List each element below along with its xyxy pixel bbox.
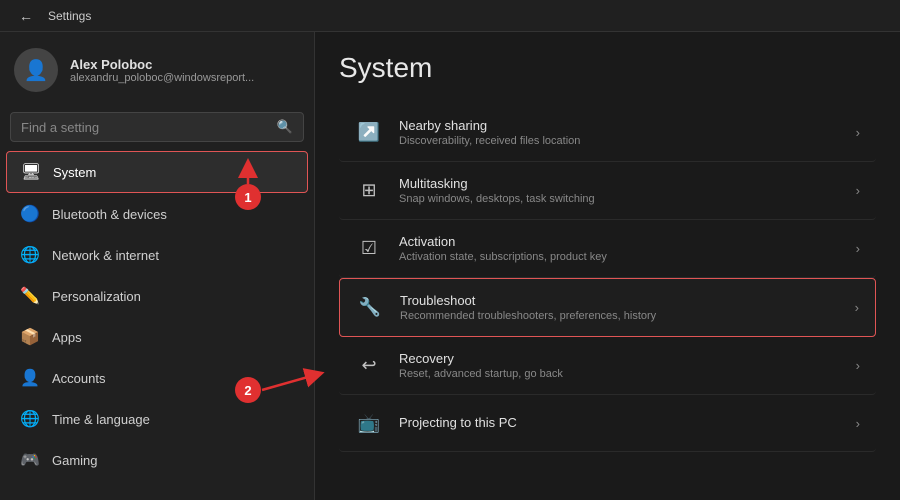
setting-title-recovery: Recovery [399,351,840,366]
sidebar-item-system[interactable]: 🖥 System [6,151,308,193]
nearby-sharing-icon: ↗️ [355,119,383,147]
sidebar-item-label: Personalization [52,289,141,304]
chevron-icon-multitasking: › [856,183,860,198]
avatar-icon: 👤 [24,58,49,83]
recovery-icon: ↩ [355,352,383,380]
avatar: 👤 [14,48,58,92]
sidebar-item-time[interactable]: 🌐 Time & language [6,399,308,439]
setting-item-nearby-sharing[interactable]: ↗️ Nearby sharing Discoverability, recei… [339,104,876,162]
main-panel: System ↗️ Nearby sharing Discoverability… [315,32,900,500]
chevron-icon-activation: › [856,241,860,256]
setting-desc-nearby-sharing: Discoverability, received files location [399,135,840,147]
accounts-icon: 👤 [20,368,40,388]
sidebar: 👤 Alex Poloboc alexandru_poloboc@windows… [0,32,315,500]
search-box[interactable]: 🔍 [10,112,304,142]
troubleshoot-icon: 🔧 [356,294,384,322]
settings-list: ↗️ Nearby sharing Discoverability, recei… [339,104,876,452]
user-email: alexandru_poloboc@windowsreport... [70,72,254,84]
chevron-icon-troubleshoot: › [855,300,859,315]
setting-item-multitasking[interactable]: ⊞ Multitasking Snap windows, desktops, t… [339,162,876,220]
multitasking-icon: ⊞ [355,177,383,205]
sidebar-item-network[interactable]: 🌐 Network & internet [6,235,308,275]
sidebar-item-label: Apps [52,330,82,345]
sidebar-item-label: Bluetooth & devices [52,207,167,222]
nav-list: 🖥 System 🔵 Bluetooth & devices 🌐 Network… [0,150,314,481]
setting-desc-activation: Activation state, subscriptions, product… [399,251,840,263]
setting-desc-troubleshoot: Recommended troubleshooters, preferences… [400,310,839,322]
gaming-icon: 🎮 [20,450,40,470]
setting-text-recovery: Recovery Reset, advanced startup, go bac… [399,351,840,380]
content-area: 👤 Alex Poloboc alexandru_poloboc@windows… [0,32,900,500]
setting-title-nearby-sharing: Nearby sharing [399,118,840,133]
apps-icon: 📦 [20,327,40,347]
user-name: Alex Poloboc [70,57,254,72]
chevron-icon-recovery: › [856,358,860,373]
user-info: Alex Poloboc alexandru_poloboc@windowsre… [70,57,254,84]
sidebar-item-apps[interactable]: 📦 Apps [6,317,308,357]
chevron-icon-projecting: › [856,416,860,431]
title-bar: ← Settings [0,0,900,32]
sidebar-item-personalization[interactable]: ✏️ Personalization [6,276,308,316]
setting-text-nearby-sharing: Nearby sharing Discoverability, received… [399,118,840,147]
setting-item-troubleshoot[interactable]: 🔧 Troubleshoot Recommended troubleshoote… [339,278,876,337]
setting-item-recovery[interactable]: ↩ Recovery Reset, advanced startup, go b… [339,337,876,395]
setting-text-activation: Activation Activation state, subscriptio… [399,234,840,263]
sidebar-item-label: System [53,165,96,180]
setting-text-multitasking: Multitasking Snap windows, desktops, tas… [399,176,840,205]
network-icon: 🌐 [20,245,40,265]
setting-text-troubleshoot: Troubleshoot Recommended troubleshooters… [400,293,839,322]
search-icon: 🔍 [277,119,293,135]
back-button[interactable]: ← [12,2,40,30]
setting-title-projecting: Projecting to this PC [399,415,840,430]
chevron-icon-nearby-sharing: › [856,125,860,140]
setting-text-projecting: Projecting to this PC [399,415,840,432]
setting-title-troubleshoot: Troubleshoot [400,293,839,308]
time-icon: 🌐 [20,409,40,429]
setting-desc-multitasking: Snap windows, desktops, task switching [399,193,840,205]
setting-desc-recovery: Reset, advanced startup, go back [399,368,840,380]
sidebar-item-accounts[interactable]: 👤 Accounts [6,358,308,398]
search-input[interactable] [21,120,269,135]
system-icon: 🖥 [21,162,41,182]
activation-icon: ☑ [355,235,383,263]
setting-title-multitasking: Multitasking [399,176,840,191]
bluetooth-icon: 🔵 [20,204,40,224]
projecting-icon: 📺 [355,409,383,437]
setting-item-activation[interactable]: ☑ Activation Activation state, subscript… [339,220,876,278]
sidebar-item-label: Accounts [52,371,105,386]
app-title: Settings [48,9,91,23]
sidebar-item-label: Gaming [52,453,98,468]
sidebar-item-label: Network & internet [52,248,159,263]
page-title: System [339,52,876,84]
setting-title-activation: Activation [399,234,840,249]
sidebar-item-label: Time & language [52,412,150,427]
sidebar-item-gaming[interactable]: 🎮 Gaming [6,440,308,480]
setting-item-projecting[interactable]: 📺 Projecting to this PC › [339,395,876,452]
personalization-icon: ✏️ [20,286,40,306]
sidebar-item-bluetooth[interactable]: 🔵 Bluetooth & devices [6,194,308,234]
user-profile[interactable]: 👤 Alex Poloboc alexandru_poloboc@windows… [0,32,314,108]
